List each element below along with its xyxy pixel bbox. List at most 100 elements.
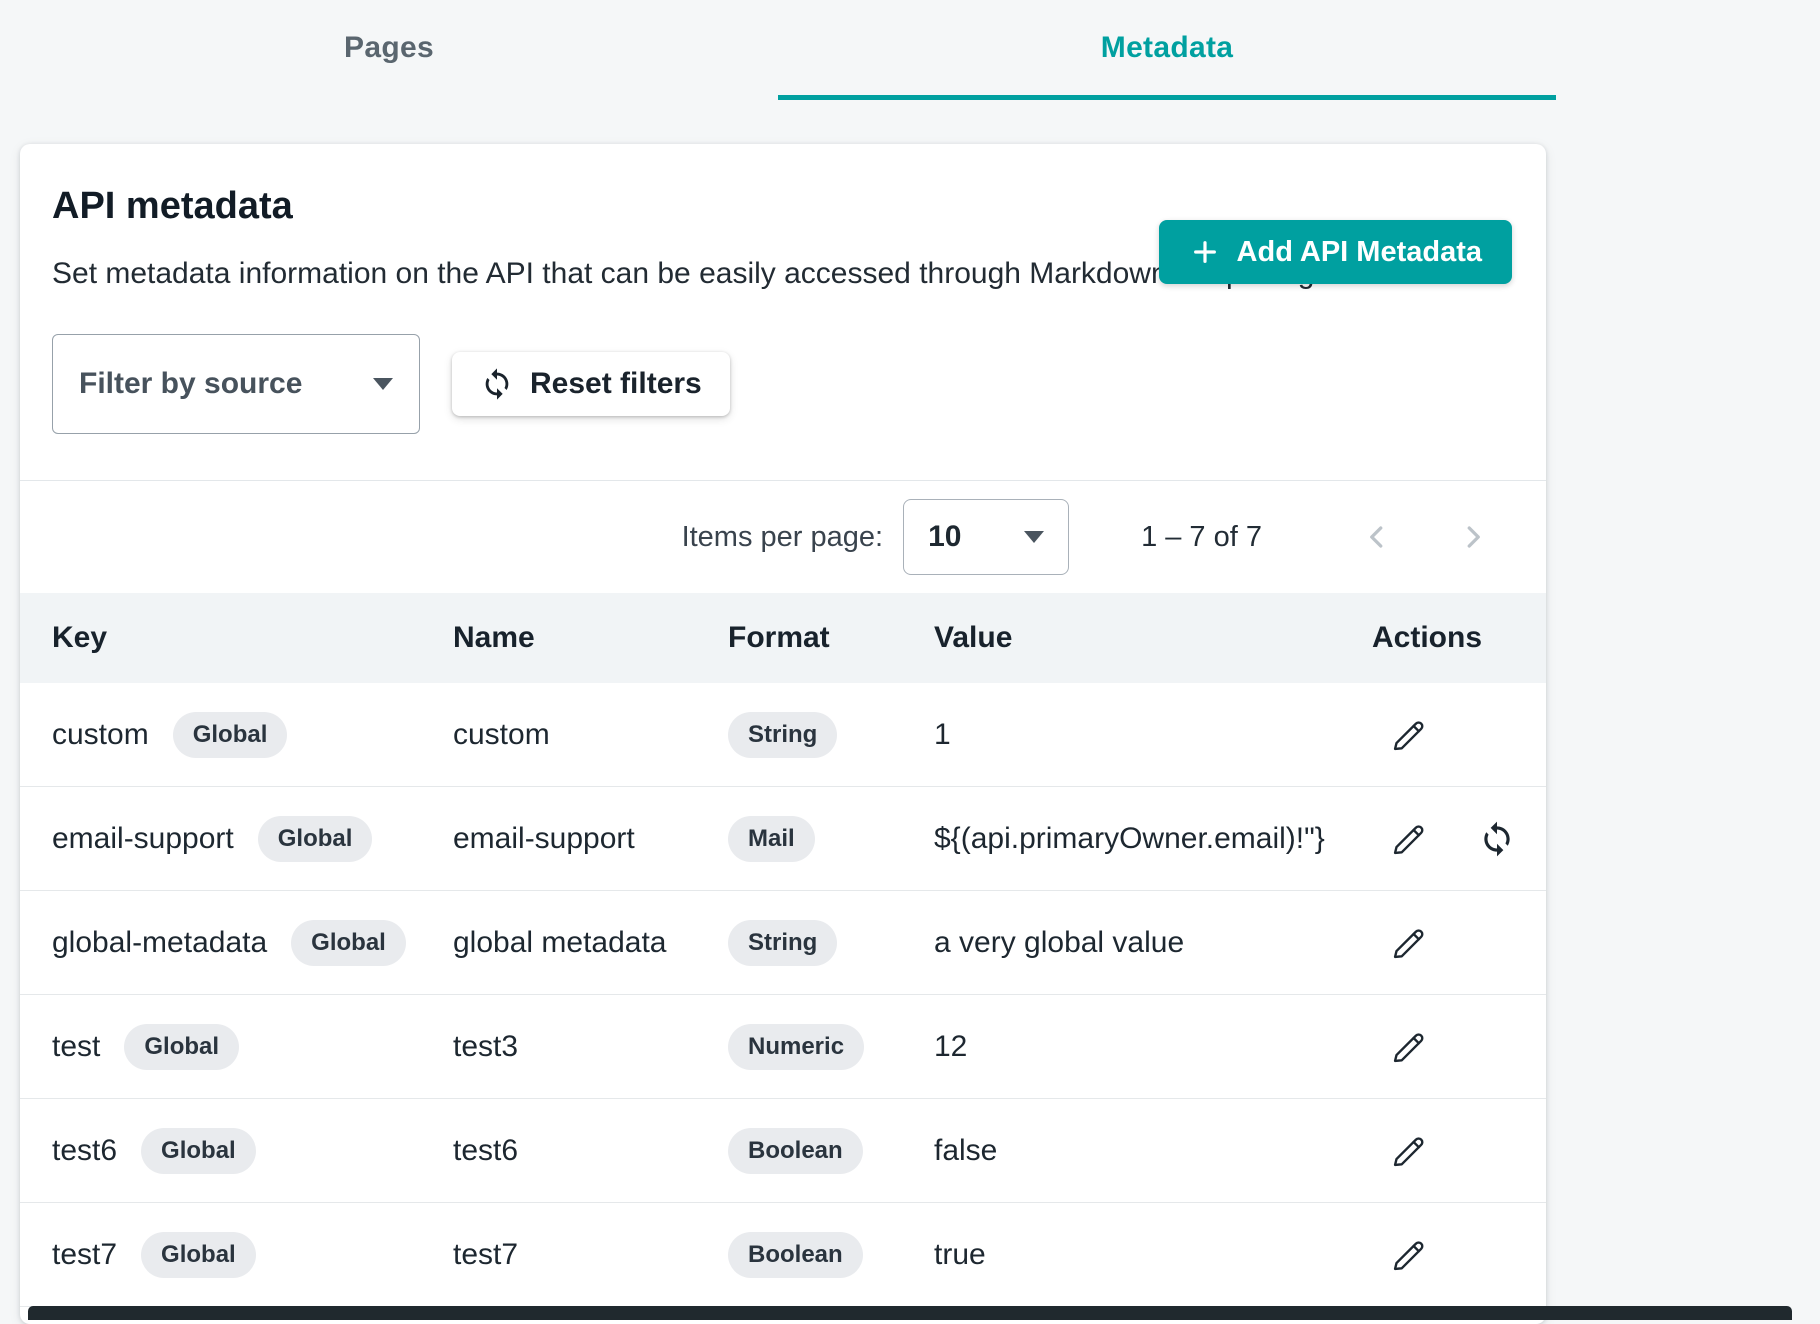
key-cell: test7 Global	[52, 1232, 453, 1278]
format-badge: Boolean	[728, 1232, 863, 1278]
items-per-page-value: 10	[928, 520, 961, 554]
actions-cell	[1372, 1236, 1514, 1274]
format-cell: Numeric	[728, 1024, 934, 1070]
table-row: custom Global custom String 1	[20, 683, 1546, 787]
next-page-button[interactable]	[1446, 510, 1500, 564]
card-header: API metadata Set metadata information on…	[20, 144, 1546, 292]
key-cell: test Global	[52, 1024, 453, 1070]
table-header: Key Name Format Value Actions	[20, 593, 1546, 683]
metadata-value: true	[934, 1238, 1372, 1272]
edit-metadata-button[interactable]	[1390, 1132, 1428, 1170]
metadata-name: email-support	[453, 822, 728, 856]
tab-metadata-label: Metadata	[1101, 31, 1233, 65]
add-api-metadata-button[interactable]: Add API Metadata	[1159, 220, 1512, 284]
format-badge: Mail	[728, 816, 815, 862]
metadata-key: global-metadata	[52, 926, 267, 960]
metadata-name: test3	[453, 1030, 728, 1064]
edit-metadata-button[interactable]	[1390, 1028, 1428, 1066]
tab-pages[interactable]: Pages	[0, 0, 778, 100]
format-badge: Boolean	[728, 1128, 863, 1174]
previous-page-button[interactable]	[1350, 510, 1404, 564]
filter-by-source-select[interactable]: Filter by source	[52, 334, 420, 434]
dropdown-arrow-icon	[1024, 531, 1044, 543]
table-row: email-support Global email-support Mail …	[20, 787, 1546, 891]
reset-filters-button[interactable]: Reset filters	[452, 352, 730, 416]
edit-icon	[1390, 1028, 1428, 1066]
table-row: test Global test3 Numeric 12	[20, 995, 1546, 1099]
plus-icon	[1189, 236, 1221, 268]
global-badge: Global	[141, 1232, 256, 1278]
actions-cell	[1372, 1028, 1514, 1066]
metadata-value: 12	[934, 1030, 1372, 1064]
metadata-key: test	[52, 1030, 100, 1064]
edit-metadata-button[interactable]	[1390, 716, 1428, 754]
global-badge: Global	[173, 712, 288, 758]
sync-icon	[1478, 820, 1516, 858]
edit-metadata-button[interactable]	[1390, 820, 1428, 858]
table-row: test7 Global test7 Boolean true	[20, 1203, 1546, 1307]
table-row: global-metadata Global global metadata S…	[20, 891, 1546, 995]
items-per-page-label: Items per page:	[682, 521, 884, 554]
table-row: test6 Global test6 Boolean false	[20, 1099, 1546, 1203]
add-api-metadata-label: Add API Metadata	[1237, 236, 1482, 269]
header-value: Value	[934, 621, 1372, 655]
header-actions: Actions	[1372, 621, 1514, 655]
key-cell: email-support Global	[52, 816, 453, 862]
global-badge: Global	[141, 1128, 256, 1174]
format-badge: String	[728, 920, 837, 966]
key-cell: custom Global	[52, 712, 453, 758]
metadata-key: custom	[52, 718, 149, 752]
edit-icon	[1390, 1236, 1428, 1274]
chevron-right-icon	[1455, 519, 1491, 555]
actions-cell	[1372, 924, 1514, 962]
actions-cell	[1372, 820, 1516, 858]
edit-metadata-button[interactable]	[1390, 1236, 1428, 1274]
reset-filters-label: Reset filters	[530, 367, 702, 401]
filter-by-source-label: Filter by source	[79, 367, 302, 401]
refresh-metadata-button[interactable]	[1478, 820, 1516, 858]
metadata-value: false	[934, 1134, 1372, 1168]
tab-bar: Pages Metadata	[0, 0, 1556, 100]
format-cell: String	[728, 712, 934, 758]
page-range-label: 1 – 7 of 7	[1141, 521, 1262, 554]
format-cell: Mail	[728, 816, 934, 862]
edit-icon	[1390, 1132, 1428, 1170]
key-cell: test6 Global	[52, 1128, 453, 1174]
items-per-page-select[interactable]: 10	[903, 499, 1069, 575]
paginator: Items per page: 10 1 – 7 of 7	[20, 481, 1546, 593]
metadata-key: test6	[52, 1134, 117, 1168]
filter-bar: Filter by source Reset filters	[20, 334, 1546, 434]
global-badge: Global	[124, 1024, 239, 1070]
format-cell: String	[728, 920, 934, 966]
api-metadata-card: API metadata Set metadata information on…	[20, 144, 1546, 1324]
edit-metadata-button[interactable]	[1390, 924, 1428, 962]
metadata-value: 1	[934, 718, 1372, 752]
metadata-name: custom	[453, 718, 728, 752]
actions-cell	[1372, 1132, 1514, 1170]
format-cell: Boolean	[728, 1232, 934, 1278]
edit-icon	[1390, 820, 1428, 858]
dropdown-arrow-icon	[373, 378, 393, 390]
edit-icon	[1390, 924, 1428, 962]
actions-cell	[1372, 716, 1514, 754]
metadata-key: test7	[52, 1238, 117, 1272]
header-format: Format	[728, 621, 934, 655]
table-body: custom Global custom String 1 email-supp…	[20, 683, 1546, 1307]
global-badge: Global	[291, 920, 406, 966]
metadata-name: global metadata	[453, 926, 728, 960]
chevron-left-icon	[1359, 519, 1395, 555]
metadata-value: ${(api.primaryOwner.email)!"}	[934, 822, 1372, 856]
reset-icon	[480, 367, 514, 401]
format-badge: String	[728, 712, 837, 758]
global-badge: Global	[258, 816, 373, 862]
metadata-value: a very global value	[934, 926, 1372, 960]
metadata-name: test6	[453, 1134, 728, 1168]
tab-metadata[interactable]: Metadata	[778, 0, 1556, 100]
key-cell: global-metadata Global	[52, 920, 453, 966]
header-key: Key	[52, 621, 453, 655]
format-badge: Numeric	[728, 1024, 864, 1070]
tab-pages-label: Pages	[344, 31, 434, 65]
edit-icon	[1390, 716, 1428, 754]
partial-dark-bar	[28, 1306, 1792, 1320]
header-name: Name	[453, 621, 728, 655]
